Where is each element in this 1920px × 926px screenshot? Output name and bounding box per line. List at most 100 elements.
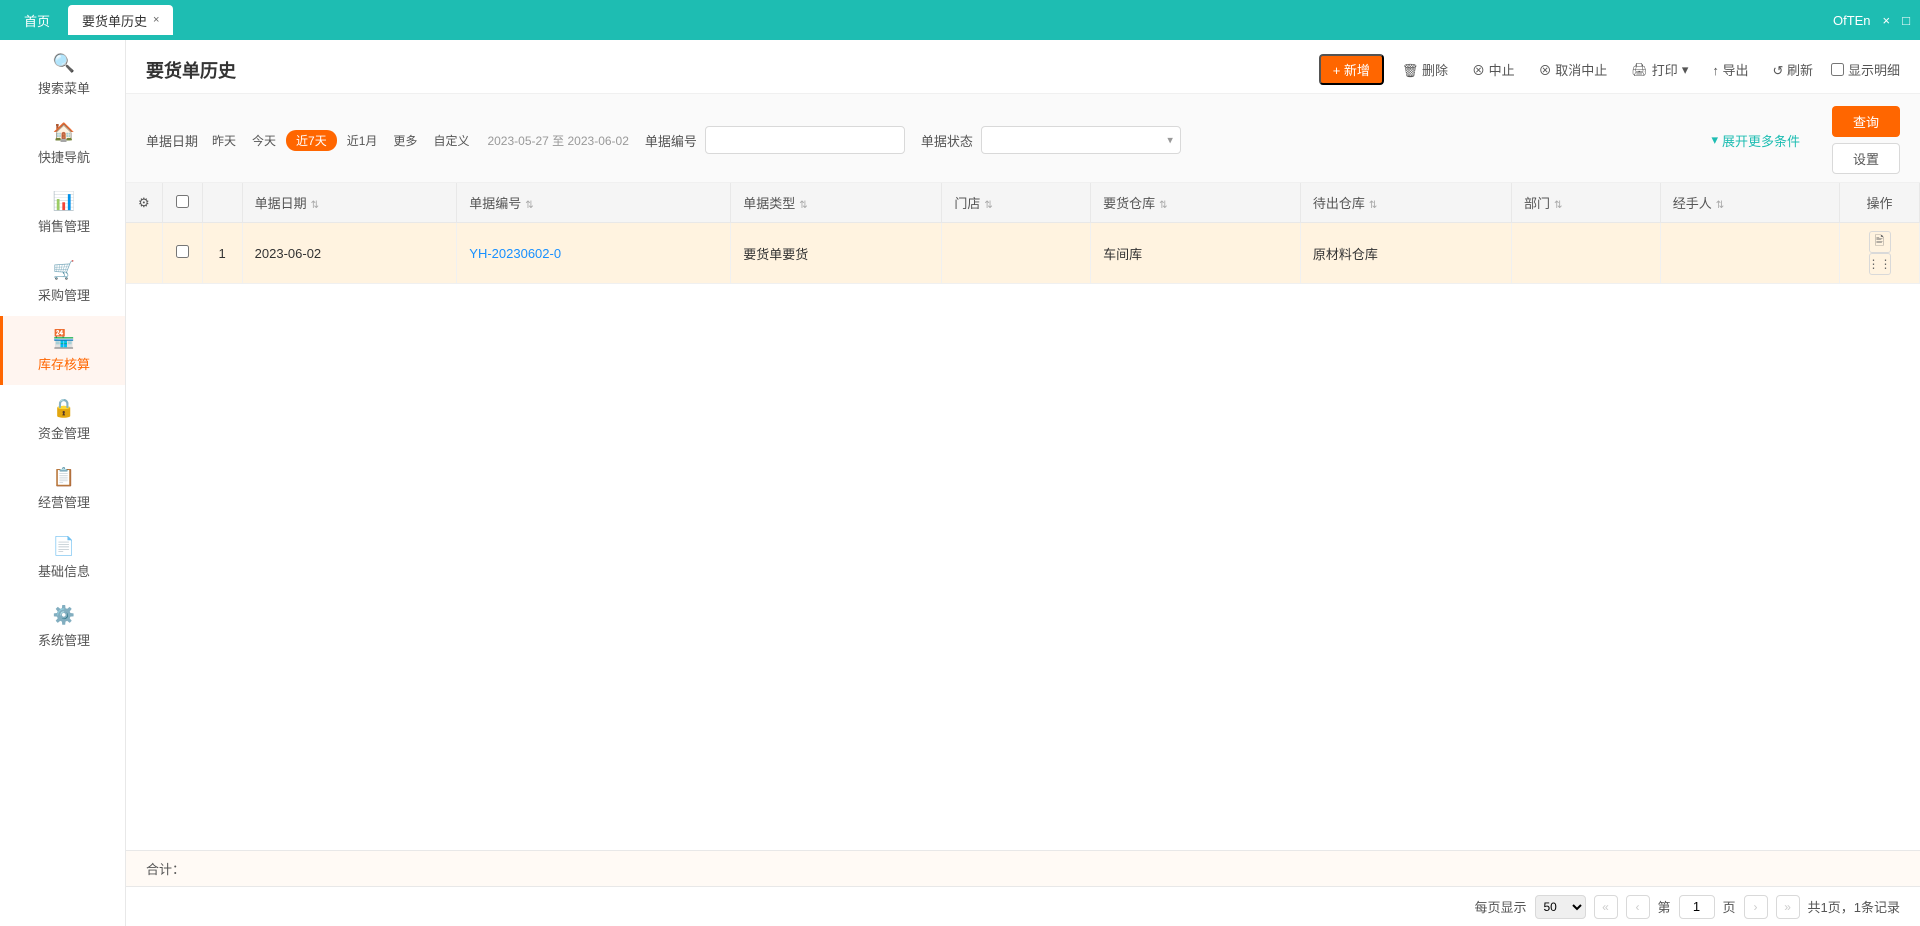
col-store[interactable]: 门店⇅ <box>942 183 1091 223</box>
date-filter-label: 单据日期 <box>146 131 198 150</box>
table-header-row: ⚙ 单据日期⇅ 单据编号⇅ 单据类型⇅ 门店⇅ 要货仓库⇅ 待出仓库⇅ 部门⇅ … <box>126 183 1920 223</box>
sidebar-item-search-menu[interactable]: 🔍 搜索菜单 <box>0 40 125 109</box>
stop-button[interactable]: ⊗ 中止 <box>1466 58 1521 81</box>
filter-bar: 单据日期 昨天 今天 近7天 近1月 更多 自定义 2023-05-27 至 2… <box>126 94 1920 183</box>
row-checkbox <box>162 223 202 284</box>
nav-minimize-btn[interactable]: □ <box>1902 13 1910 28</box>
delete-button[interactable]: 🗑 删除 <box>1396 58 1454 81</box>
prev-page-btn[interactable]: ‹ <box>1626 895 1650 919</box>
col-settings[interactable]: ⚙ <box>126 183 162 223</box>
row-no: YH-20230602-0 <box>457 223 731 284</box>
page-prefix: 第 <box>1658 897 1671 916</box>
sidebar-item-operations-mgmt[interactable]: 📋 经营管理 <box>0 454 125 523</box>
next-page-btn[interactable]: › <box>1744 895 1768 919</box>
export-button[interactable]: ↑ 导出 <box>1706 58 1754 81</box>
col-ops: 操作 <box>1840 183 1920 223</box>
sales-mgmt-icon: 📊 <box>53 190 75 212</box>
query-button[interactable]: 查询 <box>1832 106 1900 137</box>
data-table: ⚙ 单据日期⇅ 单据编号⇅ 单据类型⇅ 门店⇅ 要货仓库⇅ 待出仓库⇅ 部门⇅ … <box>126 183 1920 284</box>
col-pending-warehouse[interactable]: 待出仓库⇅ <box>1300 183 1511 223</box>
status-label: 单据状态 <box>921 131 973 150</box>
operations-mgmt-icon: 📋 <box>53 466 75 488</box>
sidebar-label-purchase-mgmt: 采购管理 <box>38 285 90 304</box>
print-button[interactable]: 🖨 打印 ▾ <box>1625 58 1694 81</box>
sidebar-item-system-mgmt[interactable]: ⚙️ 系统管理 <box>0 592 125 661</box>
per-page-label: 每页显示 <box>1474 897 1526 916</box>
toolbar: + 新增 🗑 删除 ⊗ 中止 ⊗ 取消中止 🖨 打印 ▾ ↑ 导出 ↺ 刷新 显… <box>1319 54 1900 85</box>
tab-home[interactable]: 首页 <box>10 5 64 35</box>
status-select[interactable] <box>981 126 1181 154</box>
finance-mgmt-icon: 🔒 <box>53 397 75 419</box>
row-pending-warehouse: 原材料仓库 <box>1300 223 1511 284</box>
inventory-calc-icon: 🏪 <box>53 328 75 350</box>
display-detail-toggle[interactable]: 显示明细 <box>1831 60 1900 79</box>
print-icon: 🖨 <box>1631 62 1648 78</box>
col-no[interactable]: 单据编号⇅ <box>457 183 731 223</box>
sidebar-item-quick-nav[interactable]: 🏠 快捷导航 <box>0 109 125 178</box>
row-no-link[interactable]: YH-20230602-0 <box>469 246 561 261</box>
col-handler[interactable]: 经手人⇅ <box>1660 183 1839 223</box>
brand-label: OfTEn <box>1833 13 1871 28</box>
date-shortcut-custom[interactable]: 自定义 <box>427 130 475 151</box>
tab-home-label: 首页 <box>24 11 50 30</box>
filter-settings-button[interactable]: 设置 <box>1832 143 1900 174</box>
select-all-checkbox[interactable] <box>176 195 189 208</box>
date-shortcut-more[interactable]: 更多 <box>387 130 423 151</box>
sidebar-item-basic-info[interactable]: 📄 基础信息 <box>0 523 125 592</box>
filter-row-1: 单据日期 昨天 今天 近7天 近1月 更多 自定义 2023-05-27 至 2… <box>146 106 1900 174</box>
tab-history[interactable]: 要货单历史 × <box>68 5 173 35</box>
tab-close-icon[interactable]: × <box>153 14 159 26</box>
row-more-icon[interactable]: ⋮⋮ <box>1869 253 1891 275</box>
date-shortcut-today[interactable]: 今天 <box>246 130 282 151</box>
sidebar-label-quick-nav: 快捷导航 <box>38 147 90 166</box>
basic-info-icon: 📄 <box>53 535 75 557</box>
sidebar-item-purchase-mgmt[interactable]: 🛒 采购管理 <box>0 247 125 316</box>
nav-close-btn[interactable]: × <box>1883 13 1891 28</box>
sidebar-item-finance-mgmt[interactable]: 🔒 资金管理 <box>0 385 125 454</box>
date-shortcut-1month[interactable]: 近1月 <box>341 130 384 151</box>
row-select-checkbox[interactable] <box>176 245 189 258</box>
display-detail-checkbox[interactable] <box>1831 63 1844 76</box>
row-settings <box>126 223 162 284</box>
display-detail-label: 显示明细 <box>1848 60 1900 79</box>
cancel-stop-button[interactable]: ⊗ 取消中止 <box>1533 58 1614 81</box>
first-page-btn[interactable]: « <box>1594 895 1618 919</box>
row-view-icon[interactable]: 🖹 <box>1869 231 1891 253</box>
refresh-button[interactable]: ↺ 刷新 <box>1766 58 1819 81</box>
print-label: 打印 <box>1652 60 1678 79</box>
purchase-mgmt-icon: 🛒 <box>53 259 75 281</box>
order-no-input[interactable] <box>705 126 905 154</box>
order-no-label: 单据编号 <box>645 131 697 150</box>
row-type: 要货单要货 <box>731 223 942 284</box>
sidebar-label-search-menu: 搜索菜单 <box>38 78 90 97</box>
print-dropdown-icon: ▾ <box>1682 62 1689 78</box>
row-num: 1 <box>202 223 242 284</box>
col-type[interactable]: 单据类型⇅ <box>731 183 942 223</box>
content-area: 要货单历史 + 新增 🗑 删除 ⊗ 中止 ⊗ 取消中止 🖨 打印 ▾ ↑ 导出 … <box>126 40 1920 926</box>
date-shortcuts: 昨天 今天 近7天 近1月 更多 自定义 <box>206 130 475 151</box>
status-filter-group: 单据状态 <box>921 126 1181 154</box>
summary-label: 合计： <box>146 859 185 878</box>
page-input[interactable] <box>1679 895 1715 919</box>
main-layout: 🔍 搜索菜单 🏠 快捷导航 📊 销售管理 🛒 采购管理 🏪 库存核算 🔒 资金管… <box>0 40 1920 926</box>
col-dept[interactable]: 部门⇅ <box>1511 183 1660 223</box>
tab-history-label: 要货单历史 <box>82 11 147 30</box>
sidebar-label-finance-mgmt: 资金管理 <box>38 423 90 442</box>
date-shortcut-yesterday[interactable]: 昨天 <box>206 130 242 151</box>
col-req-warehouse[interactable]: 要货仓库⇅ <box>1091 183 1301 223</box>
new-button[interactable]: + 新增 <box>1319 54 1384 85</box>
top-nav: 首页 要货单历史 × OfTEn × □ <box>0 0 1920 40</box>
col-num <box>202 183 242 223</box>
sidebar-label-operations-mgmt: 经营管理 <box>38 492 90 511</box>
col-date[interactable]: 单据日期⇅ <box>242 183 457 223</box>
pagination-bar: 每页显示 50 20 100 200 « ‹ 第 页 › » 共1页，1条记录 <box>126 886 1920 926</box>
last-page-btn[interactable]: » <box>1776 895 1800 919</box>
quick-nav-icon: 🏠 <box>53 121 75 143</box>
expand-more-btn[interactable]: ▾ 展开更多条件 <box>1711 131 1800 150</box>
date-shortcut-7days[interactable]: 近7天 <box>286 130 337 151</box>
sidebar-item-sales-mgmt[interactable]: 📊 销售管理 <box>0 178 125 247</box>
sidebar-item-inventory-calc[interactable]: 🏪 库存核算 <box>0 316 125 385</box>
col-checkbox <box>162 183 202 223</box>
order-no-filter-group: 单据编号 <box>645 126 905 154</box>
per-page-select[interactable]: 50 20 100 200 <box>1535 895 1586 919</box>
